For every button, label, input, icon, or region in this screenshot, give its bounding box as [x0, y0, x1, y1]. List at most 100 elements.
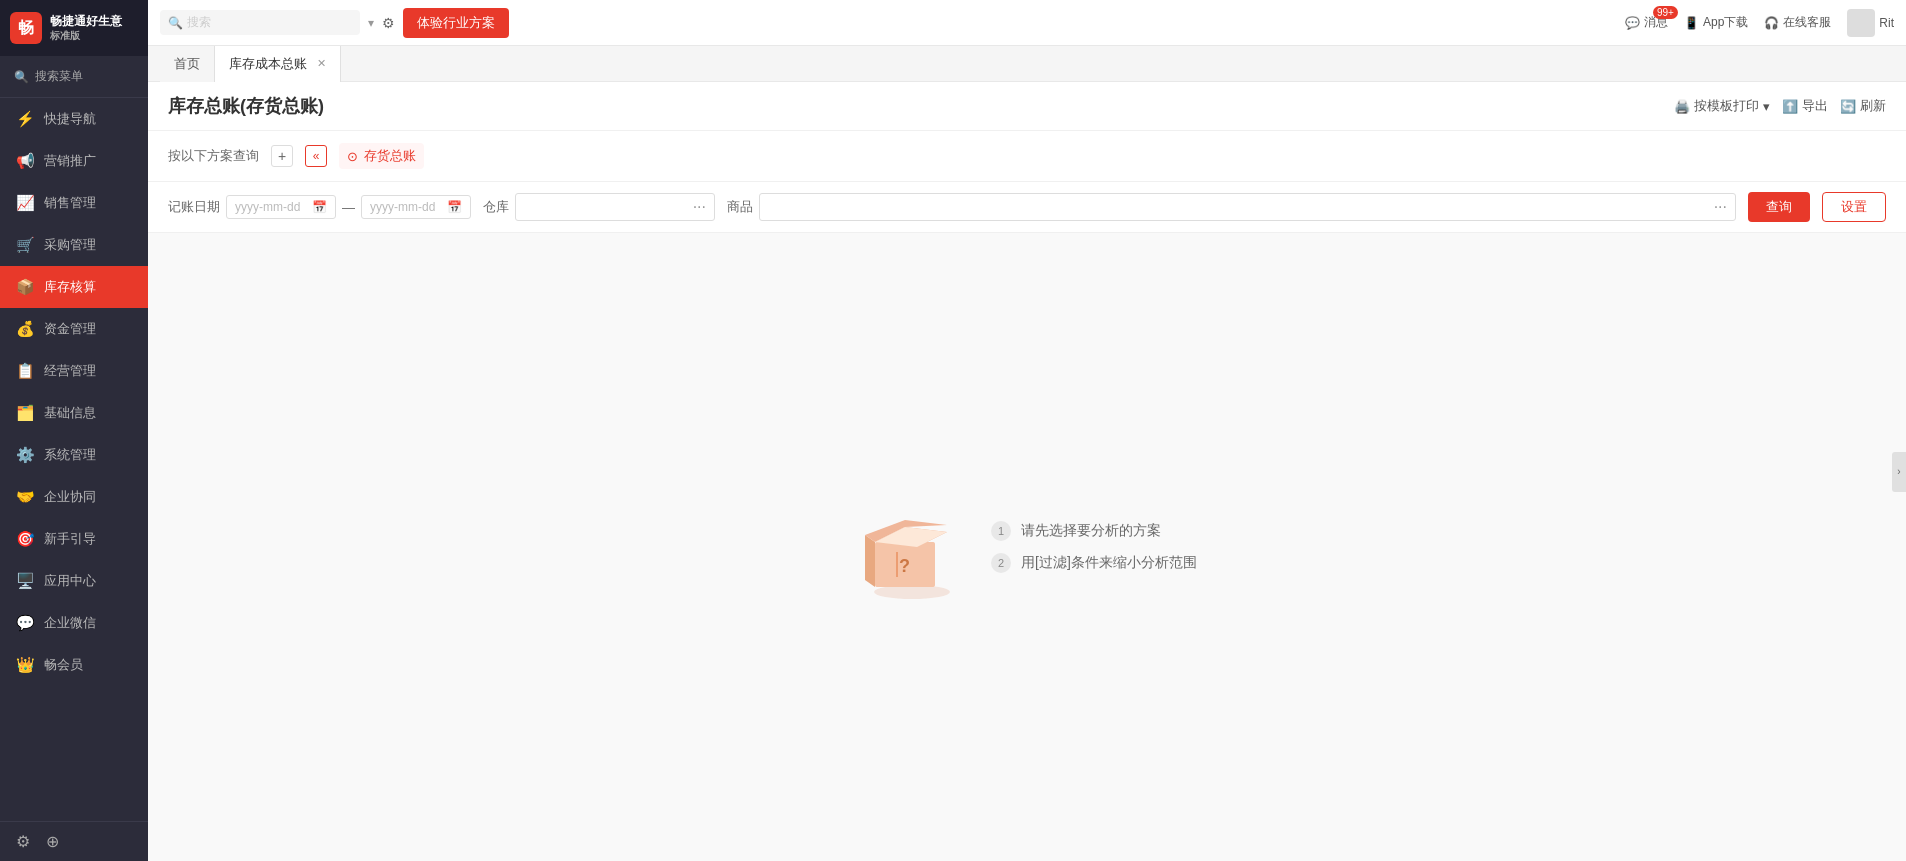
topbar-search[interactable]: 🔍 搜索: [160, 10, 360, 35]
filter-add-button[interactable]: +: [271, 145, 293, 167]
scheme-name: 存货总账: [364, 147, 416, 165]
svg-text:?: ?: [899, 556, 910, 576]
sidebar-item-basic[interactable]: 🗂️ 基础信息: [0, 392, 148, 434]
sidebar-item-member[interactable]: 👑 畅会员: [0, 644, 148, 686]
date-field: 记账日期 yyyy-mm-dd 📅 — yyyy-mm-dd 📅: [168, 195, 471, 219]
message-action[interactable]: 💬 消息 99+: [1625, 14, 1668, 31]
goods-input[interactable]: ···: [759, 193, 1736, 221]
sidebar: 畅 畅捷通好生意 标准版 🔍 搜索菜单 ⚡ 快捷导航 📢 营销推广 📈 销售管理…: [0, 0, 148, 861]
topbar-search-text: 搜索: [187, 14, 211, 31]
sidebar-item-app-center[interactable]: 🖥️ 应用中心: [0, 560, 148, 602]
date-field-label: 记账日期: [168, 198, 220, 216]
app-center-icon: 🖥️: [16, 572, 34, 590]
step-2-text: 用[过滤]条件来缩小分析范围: [1021, 554, 1197, 572]
logo-icon: 畅: [10, 12, 42, 44]
sidebar-item-wechat[interactable]: 💬 企业微信: [0, 602, 148, 644]
brand-name: 畅捷通好生意: [50, 13, 122, 30]
message-badge: 99+: [1653, 6, 1678, 19]
empty-content: ? 1 请先选择要分析的方案 2 用[过滤]条件来缩小分析范围: [857, 492, 1197, 602]
sidebar-item-inventory[interactable]: 📦 库存核算: [0, 266, 148, 308]
date-start-placeholder: yyyy-mm-dd: [235, 200, 300, 214]
inventory-icon: 📦: [16, 278, 34, 296]
sidebar-item-label: 库存核算: [44, 278, 96, 296]
online-service-label: 在线客服: [1783, 14, 1831, 31]
empty-steps: 1 请先选择要分析的方案 2 用[过滤]条件来缩小分析范围: [991, 521, 1197, 573]
sidebar-item-purchase[interactable]: 🛒 采购管理: [0, 224, 148, 266]
warehouse-more-icon: ···: [693, 198, 706, 216]
step-1-num: 1: [991, 521, 1011, 541]
tab-home[interactable]: 首页: [160, 46, 215, 82]
print-dropdown-icon[interactable]: ▾: [1763, 99, 1770, 114]
page-header-actions: 🖨️ 按模板打印 ▾ ⬆️ 导出 🔄 刷新: [1674, 97, 1886, 115]
sidebar-search-area[interactable]: 🔍 搜索菜单: [0, 56, 148, 98]
right-panel-toggle[interactable]: ›: [1892, 452, 1906, 492]
warehouse-input[interactable]: ···: [515, 193, 715, 221]
print-template-button[interactable]: 🖨️ 按模板打印 ▾: [1674, 97, 1770, 115]
tab-close-icon[interactable]: ✕: [317, 57, 326, 70]
filter-collapse-button[interactable]: «: [305, 145, 327, 167]
topbar-actions: 💬 消息 99+ 📱 App下载 🎧 在线客服 Rit: [1625, 9, 1894, 37]
scheme-icon: ⊙: [347, 149, 358, 164]
sidebar-item-enterprise[interactable]: 🤝 企业协同: [0, 476, 148, 518]
warehouse-field: 仓库 ···: [483, 193, 715, 221]
app-logo: 畅 畅捷通好生意 标准版: [0, 0, 148, 56]
brand-sub: 标准版: [50, 29, 122, 43]
sidebar-item-operation[interactable]: 📋 经营管理: [0, 350, 148, 392]
search-menu-button[interactable]: 🔍 搜索菜单: [10, 64, 138, 89]
member-icon: 👑: [16, 656, 34, 674]
home-tab-label: 首页: [174, 55, 200, 73]
goods-field: 商品 ···: [727, 193, 1736, 221]
empty-step-2: 2 用[过滤]条件来缩小分析范围: [991, 553, 1197, 573]
sidebar-item-system[interactable]: ⚙️ 系统管理: [0, 434, 148, 476]
app-download-label: App下载: [1703, 14, 1748, 31]
sidebar-item-sales[interactable]: 📈 销售管理: [0, 182, 148, 224]
refresh-button[interactable]: 🔄 刷新: [1840, 97, 1886, 115]
online-service-action[interactable]: 🎧 在线客服: [1764, 14, 1831, 31]
service-icon: 🎧: [1764, 16, 1779, 30]
industry-solution-button[interactable]: 体验行业方案: [403, 8, 509, 38]
svg-marker-4: [865, 535, 875, 587]
export-button[interactable]: ⬆️ 导出: [1782, 97, 1828, 115]
calendar-end-icon: 📅: [447, 200, 462, 214]
refresh-icon: 🔄: [1840, 99, 1856, 114]
settings-footer-icon[interactable]: ⚙: [16, 832, 30, 851]
sidebar-item-marketing[interactable]: 📢 营销推广: [0, 140, 148, 182]
search-icon: 🔍: [14, 70, 29, 84]
topbar-gear-icon[interactable]: ⚙: [382, 15, 395, 31]
scheme-item[interactable]: ⊙ 存货总账: [339, 143, 424, 169]
sidebar-item-label: 营销推广: [44, 152, 96, 170]
message-icon: 💬: [1625, 16, 1640, 30]
sidebar-item-label: 经营管理: [44, 362, 96, 380]
sidebar-nav: ⚡ 快捷导航 📢 营销推广 📈 销售管理 🛒 采购管理 📦 库存核算 💰 资金管…: [0, 98, 148, 821]
date-end-placeholder: yyyy-mm-dd: [370, 200, 435, 214]
search-menu-label: 搜索菜单: [35, 68, 83, 85]
marketing-icon: 📢: [16, 152, 34, 170]
page-header: 库存总账(存货总账) 🖨️ 按模板打印 ▾ ⬆️ 导出 🔄 刷新: [148, 82, 1906, 131]
sidebar-item-finance[interactable]: 💰 资金管理: [0, 308, 148, 350]
empty-step-1: 1 请先选择要分析的方案: [991, 521, 1197, 541]
user-avatar[interactable]: Rit: [1847, 9, 1894, 37]
print-icon: 🖨️: [1674, 99, 1690, 114]
purchase-icon: 🛒: [16, 236, 34, 254]
tab-inventory-cost[interactable]: 库存成本总账 ✕: [215, 46, 341, 82]
sidebar-footer: ⚙ ⊕: [0, 821, 148, 861]
user-name: Rit: [1879, 16, 1894, 30]
sidebar-item-newbie[interactable]: 🎯 新手引导: [0, 518, 148, 560]
setting-button[interactable]: 设置: [1822, 192, 1886, 222]
date-start-input[interactable]: yyyy-mm-dd 📅: [226, 195, 336, 219]
calendar-icon: 📅: [312, 200, 327, 214]
sidebar-item-quick-nav[interactable]: ⚡ 快捷导航: [0, 98, 148, 140]
filter-scheme-area: 按以下方案查询 + « ⊙ 存货总账: [148, 131, 1906, 182]
quick-nav-icon: ⚡: [16, 110, 34, 128]
sales-icon: 📈: [16, 194, 34, 212]
topbar-chevron-icon[interactable]: ▾: [368, 16, 374, 30]
app-download-action[interactable]: 📱 App下载: [1684, 14, 1748, 31]
sidebar-item-label: 企业协同: [44, 488, 96, 506]
newbie-icon: 🎯: [16, 530, 34, 548]
collapse-icon[interactable]: ⊕: [46, 832, 59, 851]
date-separator: —: [342, 200, 355, 215]
sidebar-item-label: 系统管理: [44, 446, 96, 464]
date-end-input[interactable]: yyyy-mm-dd 📅: [361, 195, 471, 219]
search-button[interactable]: 查询: [1748, 192, 1810, 222]
print-template-label: 按模板打印: [1694, 97, 1759, 115]
